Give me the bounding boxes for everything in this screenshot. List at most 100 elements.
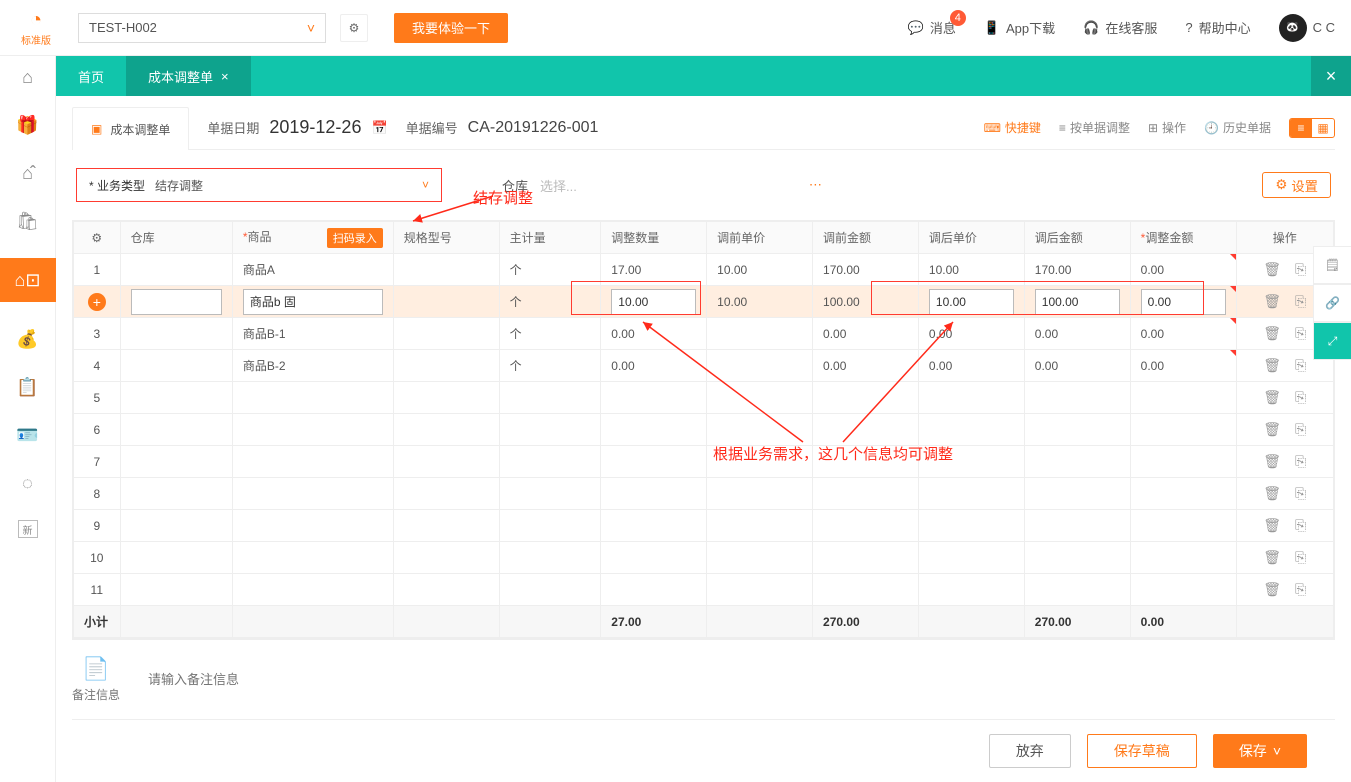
table-row[interactable]: 9🗑⎘ <box>74 510 1334 542</box>
delete-row-icon[interactable]: 🗑 <box>1263 389 1281 406</box>
note-icon: 📄 <box>82 656 109 682</box>
copy-row-icon[interactable]: ⎘ <box>1295 581 1306 598</box>
add-row-button[interactable]: + <box>88 293 106 311</box>
delete-row-icon[interactable]: 🗑 <box>1263 517 1281 534</box>
nav-clipboard-icon[interactable]: 📋 <box>17 376 39 398</box>
delete-row-icon[interactable]: 🗑 <box>1263 581 1281 598</box>
dock-link-icon[interactable]: 🔗 <box>1313 284 1351 322</box>
product-cell-input[interactable] <box>243 289 383 315</box>
table-row[interactable]: 4商品B-2个0.000.000.000.000.00🗑⎘ <box>74 350 1334 382</box>
delete-row-icon[interactable]: 🗑 <box>1263 261 1281 278</box>
try-button[interactable]: 我要体验一下 <box>394 13 508 43</box>
per-bill-button[interactable]: ≡按单据调整 <box>1059 119 1130 136</box>
shop-selector[interactable]: TEST-H002 ˅ <box>78 13 326 43</box>
table-row[interactable]: 11🗑⎘ <box>74 574 1334 606</box>
nav-warehouse-icon[interactable]: ⌂⊡ <box>0 258 56 302</box>
nav-bag-icon[interactable]: 🛍 <box>17 210 39 232</box>
post_amt-cell-input[interactable] <box>1035 289 1120 315</box>
post_price-cell-input[interactable] <box>929 289 1014 315</box>
delete-row-icon[interactable]: 🗑 <box>1263 421 1281 438</box>
calendar-icon[interactable]: 📅 <box>371 120 387 136</box>
dock-expand-icon[interactable]: ⤢ <box>1313 322 1351 360</box>
nav-house-icon[interactable]: ⌂̂ <box>17 162 39 184</box>
close-tab-icon[interactable]: × <box>221 69 229 84</box>
page-tabs: 首页 成本调整单 × × <box>56 56 1351 96</box>
messages-button[interactable]: 💬 消息 4 <box>908 18 956 37</box>
remark-label: 📄 备注信息 <box>72 656 120 703</box>
table-row[interactable]: +个10.00100.00🗑⎘ <box>74 286 1334 318</box>
column-settings-button[interactable]: ⚙ 设置 <box>1262 172 1331 198</box>
scan-badge[interactable]: 扫码录入 <box>327 228 383 248</box>
shortcuts-button[interactable]: ⌨快捷键 <box>984 119 1041 136</box>
delete-row-icon[interactable]: 🗑 <box>1263 549 1281 566</box>
nav-idcard-icon[interactable]: 🪪 <box>17 424 39 446</box>
user-menu[interactable]: 🐼 C C <box>1279 14 1335 42</box>
copy-row-icon[interactable]: ⎘ <box>1295 549 1306 566</box>
warehouse-select[interactable]: 仓库 选择... ⋯ <box>502 176 1202 195</box>
table-row[interactable]: 5🗑⎘ <box>74 382 1334 414</box>
copy-row-icon[interactable]: ⎘ <box>1295 485 1306 502</box>
header-tools: ⌨快捷键 ≡按单据调整 ⊞操作 🕘历史单据 ≡ ▦ <box>984 118 1335 138</box>
copy-row-icon[interactable]: ⎘ <box>1295 453 1306 470</box>
delete-row-icon[interactable]: 🗑 <box>1263 325 1281 342</box>
copy-row-icon[interactable]: ⎘ <box>1295 421 1306 438</box>
col-adj-qty: 调整数量 <box>601 222 707 254</box>
copy-row-icon[interactable]: ⎘ <box>1295 261 1306 278</box>
history-button[interactable]: 🕘历史单据 <box>1204 119 1271 136</box>
app-download-button[interactable]: 📱 App下载 <box>984 18 1055 37</box>
col-adj-amt: *调整金额 <box>1130 222 1236 254</box>
biz-type-select[interactable]: * 业务类型 结存调整 ˅ <box>76 168 442 202</box>
table-row[interactable]: 7🗑⎘ <box>74 446 1334 478</box>
dock-note-icon[interactable]: 🗒 <box>1313 246 1351 284</box>
view-grid-icon[interactable]: ▦ <box>1312 119 1334 137</box>
table-header-row: ⚙ 仓库 *商品扫码录入 规格型号 主计量 调整数量 调前单价 调前金额 调后单… <box>74 222 1334 254</box>
copy-row-icon[interactable]: ⎘ <box>1295 357 1306 374</box>
view-list-icon[interactable]: ≡ <box>1290 119 1312 137</box>
date-value[interactable]: 2019-12-26 <box>269 117 361 138</box>
nav-gift-icon[interactable]: 🎁 <box>17 114 39 136</box>
settings-gear-button[interactable]: ⚙ <box>340 14 368 42</box>
copy-row-icon[interactable]: ⎘ <box>1295 517 1306 534</box>
view-toggle[interactable]: ≡ ▦ <box>1289 118 1335 138</box>
top-right: 💬 消息 4 📱 App下载 🎧 在线客服 ? 帮助中心 🐼 C C <box>908 14 1335 42</box>
more-icon[interactable]: ⋯ <box>809 177 824 193</box>
delete-row-icon[interactable]: 🗑 <box>1263 293 1281 310</box>
main-area: ▣ 成本调整单 单据日期 2019-12-26 📅 单据编号 CA-201912… <box>56 96 1351 782</box>
table-row[interactable]: 10🗑⎘ <box>74 542 1334 574</box>
nav-home-icon[interactable]: ⌂ <box>17 66 39 88</box>
nav-more-icon[interactable]: ◌ <box>17 472 39 494</box>
table-row[interactable]: 1商品A个17.0010.00170.0010.00170.000.00🗑⎘ <box>74 254 1334 286</box>
save-button[interactable]: 保存 ˅ <box>1213 734 1307 768</box>
ops-button[interactable]: ⊞操作 <box>1148 119 1186 136</box>
table-row[interactable]: 3商品B-1个0.000.000.000.000.00🗑⎘ <box>74 318 1334 350</box>
warehouse-cell-input[interactable] <box>131 289 222 315</box>
adj_amt-cell-input[interactable] <box>1141 289 1226 315</box>
help-button[interactable]: ? 帮助中心 <box>1185 18 1250 37</box>
code-value: CA-20191226-001 <box>468 119 599 137</box>
tab-cost-adjust[interactable]: 成本调整单 × <box>126 56 251 96</box>
service-button[interactable]: 🎧 在线客服 <box>1083 18 1157 37</box>
chevron-down-icon: ˅ <box>422 178 429 192</box>
delete-row-icon[interactable]: 🗑 <box>1263 485 1281 502</box>
delete-row-icon[interactable]: 🗑 <box>1263 453 1281 470</box>
close-all-button[interactable]: × <box>1311 56 1351 96</box>
col-settings-cell[interactable]: ⚙ <box>74 222 121 254</box>
table-row[interactable]: 8🗑⎘ <box>74 478 1334 510</box>
document-type-tab[interactable]: ▣ 成本调整单 <box>72 107 189 150</box>
table-row[interactable]: 6🗑⎘ <box>74 414 1334 446</box>
copy-row-icon[interactable]: ⎘ <box>1295 293 1306 310</box>
nav-money-icon[interactable]: 💰 <box>17 328 39 350</box>
save-draft-button[interactable]: 保存草稿 <box>1087 734 1197 768</box>
col-product: *商品扫码录入 <box>232 222 393 254</box>
nav-new-icon[interactable]: 新 <box>18 520 38 538</box>
filters-row: * 业务类型 结存调整 ˅ 仓库 选择... ⋯ ⚙ 设置 <box>72 150 1335 220</box>
copy-row-icon[interactable]: ⎘ <box>1295 389 1306 406</box>
top-bar: ◔ 标准版 TEST-H002 ˅ ⚙ 我要体验一下 💬 消息 4 📱 App下… <box>0 0 1351 56</box>
delete-row-icon[interactable]: 🗑 <box>1263 357 1281 374</box>
discard-button[interactable]: 放弃 <box>989 734 1071 768</box>
remark-input[interactable] <box>148 672 1335 687</box>
copy-row-icon[interactable]: ⎘ <box>1295 325 1306 342</box>
tab-home[interactable]: 首页 <box>56 56 126 96</box>
ops-icon: ⊞ <box>1148 121 1158 135</box>
qty-cell-input[interactable] <box>611 289 696 315</box>
